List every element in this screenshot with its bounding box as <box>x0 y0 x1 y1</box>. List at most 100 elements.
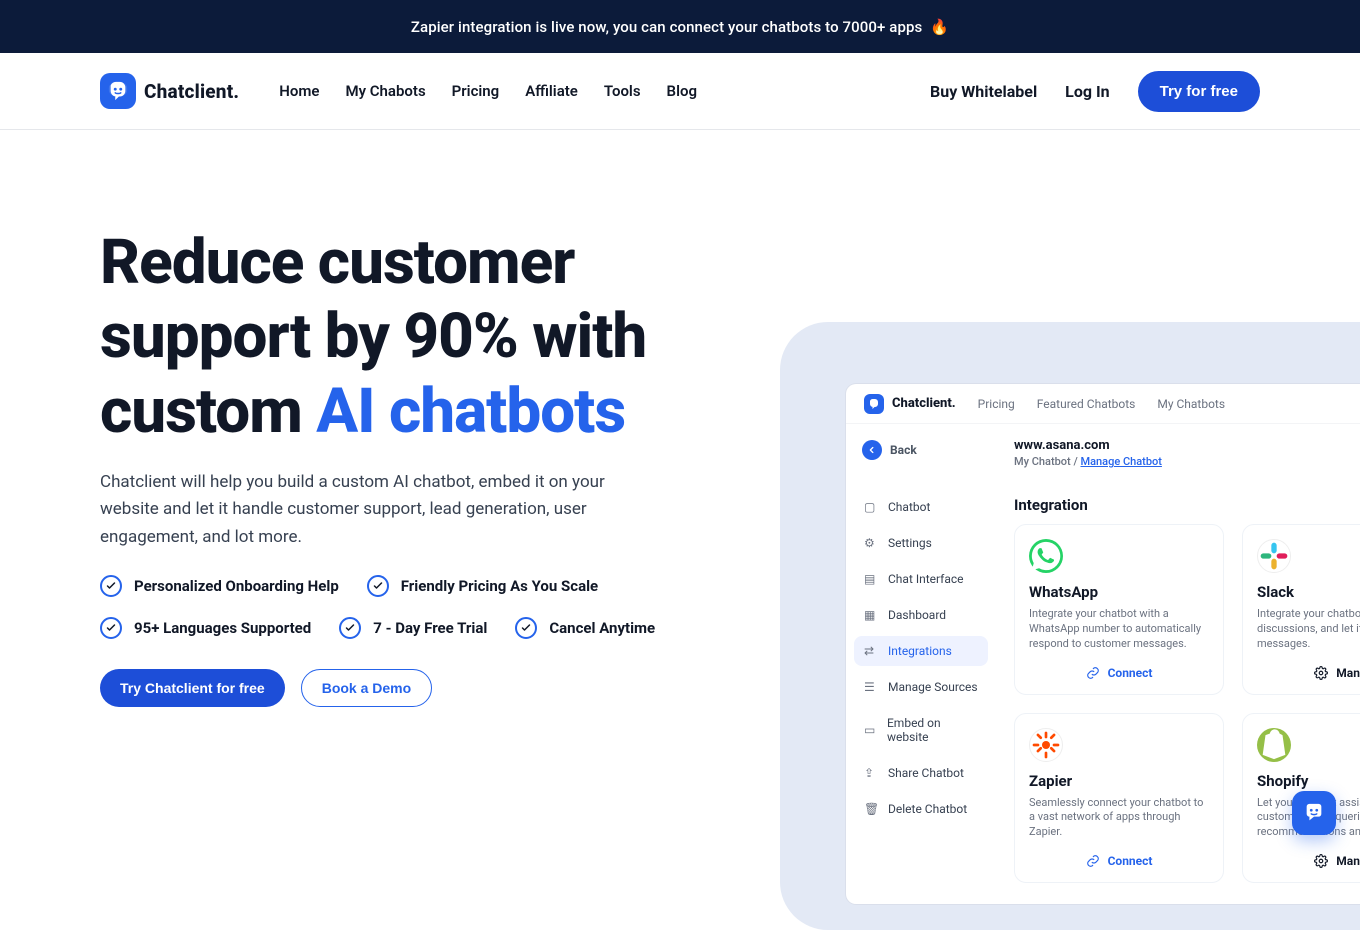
feature-label: 95+ Languages Supported <box>134 619 311 637</box>
message-icon: ▤ <box>864 572 878 586</box>
integration-desc: Integrate your chatbot with a WhatsApp n… <box>1029 607 1209 652</box>
nav-link-mychatbots[interactable]: My Chabots <box>345 82 425 100</box>
integration-action[interactable]: Connect <box>1029 666 1209 680</box>
check-circle-icon <box>367 575 389 597</box>
feature-item: 7 - Day Free Trial <box>339 617 487 639</box>
nav-link-tools[interactable]: Tools <box>604 82 641 100</box>
nav-link-pricing[interactable]: Pricing <box>452 82 500 100</box>
sidebar-item-integrations[interactable]: ⇄Integrations <box>854 636 988 666</box>
integration-desc: Seamlessly connect your chatbot to a vas… <box>1029 796 1209 841</box>
integration-action-label: Manage <box>1336 854 1360 868</box>
feature-item: Friendly Pricing As You Scale <box>367 575 598 597</box>
breadcrumb-link[interactable]: Manage Chatbot <box>1080 455 1161 468</box>
sidebar-item-label: Share Chatbot <box>888 766 964 780</box>
sidebar-item-settings[interactable]: ⚙ Settings <box>854 528 988 558</box>
app-topnav-pricing[interactable]: Pricing <box>978 397 1015 411</box>
sidebar-item-label: Chatbot <box>888 500 930 514</box>
section-title: Integration <box>1014 496 1360 514</box>
sidebar-item-manage-sources[interactable]: ☰ Manage Sources <box>854 672 988 702</box>
integration-action-label: Connect <box>1108 854 1153 868</box>
feature-item: Personalized Onboarding Help <box>100 575 339 597</box>
buy-whitelabel-link[interactable]: Buy Whitelabel <box>930 82 1037 101</box>
breadcrumb: My Chatbot / Manage Chatbot <box>1014 455 1360 468</box>
brand-name: Chatclient. <box>144 80 239 103</box>
breadcrumb-prefix: My Chatbot / <box>1014 455 1078 468</box>
sidebar-item-label: Chat Interface <box>888 572 964 586</box>
integration-card-zapier: Zapier Seamlessly connect your chatbot t… <box>1014 713 1224 884</box>
feature-list: Personalized Onboarding Help Friendly Pr… <box>100 575 746 639</box>
chat-widget-button[interactable] <box>1292 791 1336 835</box>
hero-cta-row: Try Chatclient for free Book a Demo <box>100 669 746 707</box>
announcement-banner[interactable]: Zapier integration is live now, you can … <box>0 0 1360 53</box>
zapier-icon <box>1029 728 1063 762</box>
integration-action[interactable]: Manage <box>1257 854 1360 868</box>
sidebar-item-label: Settings <box>888 536 932 550</box>
feature-item: 95+ Languages Supported <box>100 617 311 639</box>
showcase-panel: Chatclient. Pricing Featured Chatbots My… <box>780 322 1360 930</box>
sources-icon: ☰ <box>864 680 878 694</box>
announcement-text: Zapier integration is live now, you can … <box>411 18 922 36</box>
nav-link-blog[interactable]: Blog <box>667 82 697 100</box>
app-topnav-featured[interactable]: Featured Chatbots <box>1037 397 1136 411</box>
check-circle-icon <box>100 617 122 639</box>
check-circle-icon <box>100 575 122 597</box>
integration-action-label: Connect <box>1108 666 1153 680</box>
app-topbar: Chatclient. Pricing Featured Chatbots My… <box>846 384 1360 424</box>
integration-action[interactable]: Connect <box>1029 854 1209 868</box>
integration-card-whatsapp: WhatsApp Integrate your chatbot with a W… <box>1014 524 1224 695</box>
share-icon: ⇪ <box>864 766 878 780</box>
try-chatclient-button[interactable]: Try Chatclient for free <box>100 669 285 707</box>
sidebar-item-chatbot[interactable]: ▢ Chatbot <box>854 492 988 522</box>
login-link[interactable]: Log In <box>1065 82 1109 101</box>
site-domain: www.asana.com <box>1014 438 1110 453</box>
book-demo-button[interactable]: Book a Demo <box>301 669 432 707</box>
hero-subtitle: Chatclient will help you build a custom … <box>100 469 640 551</box>
integration-title: Zapier <box>1029 772 1209 790</box>
hero-title: Reduce customer support by 90% with cust… <box>100 226 746 449</box>
trash-icon: 🗑 <box>864 802 878 816</box>
feature-item: Cancel Anytime <box>515 617 655 639</box>
nav-link-affiliate[interactable]: Affiliate <box>525 82 578 100</box>
feature-label: 7 - Day Free Trial <box>373 619 487 637</box>
feature-label: Personalized Onboarding Help <box>134 577 339 595</box>
feature-label: Friendly Pricing As You Scale <box>401 577 598 595</box>
whatsapp-icon <box>1029 539 1063 573</box>
sidebar-item-dashboard[interactable]: ▦Dashboard <box>854 600 988 630</box>
sidebar-item-chat-interface[interactable]: ▤ Chat Interface <box>854 564 988 594</box>
slack-icon <box>1257 539 1291 573</box>
app-preview-window: Chatclient. Pricing Featured Chatbots My… <box>846 384 1360 904</box>
sidebar-item-embed[interactable]: ▭ Embed on website <box>854 708 988 752</box>
chatclient-logo-icon <box>864 394 884 414</box>
brand-logo-link[interactable]: Chatclient. <box>100 73 239 109</box>
back-label: Back <box>890 443 917 457</box>
sidebar-item-share[interactable]: ⇪ Share Chatbot <box>854 758 988 788</box>
integration-title: Slack <box>1257 583 1360 601</box>
nav-link-home[interactable]: Home <box>279 82 319 100</box>
embed-icon: ▭ <box>864 723 877 737</box>
check-circle-icon <box>515 617 537 639</box>
integration-title: Shopify <box>1257 772 1360 790</box>
site-title: www.asana.com My Chatbot / Manage Chatbo… <box>1014 438 1360 468</box>
sidebar-item-delete[interactable]: 🗑 Delete Chatbot <box>854 794 988 824</box>
app-brand: Chatclient. <box>864 394 956 414</box>
main-nav: Chatclient. Home My Chabots Pricing Affi… <box>0 53 1360 130</box>
back-arrow-icon <box>862 440 882 460</box>
try-for-free-button[interactable]: Try for free <box>1138 71 1260 112</box>
sidebar-item-label: Embed on website <box>887 716 978 744</box>
back-row[interactable]: Back <box>854 436 988 464</box>
dashboard-icon: ▦ <box>864 608 878 622</box>
app-topnav-my[interactable]: My Chatbots <box>1157 397 1225 411</box>
chat-icon: ▢ <box>864 500 878 514</box>
integration-action-label: Manage <box>1336 666 1360 680</box>
integration-desc: Integrate your chatbot with Slack in dis… <box>1257 607 1360 652</box>
plug-icon: ⇄ <box>864 644 878 658</box>
integration-card-slack: Slack Integrate your chatbot with Slack … <box>1242 524 1360 695</box>
hero-title-accent: AI chatbots <box>316 375 625 448</box>
integration-action[interactable]: Manage <box>1257 666 1360 680</box>
gear-icon: ⚙ <box>864 536 878 550</box>
app-brand-name: Chatclient. <box>892 396 956 411</box>
sidebar-item-label: Manage Sources <box>888 680 978 694</box>
nav-links: Home My Chabots Pricing Affiliate Tools … <box>279 82 697 100</box>
sidebar-item-label: Delete Chatbot <box>888 802 967 816</box>
feature-label: Cancel Anytime <box>549 619 655 637</box>
